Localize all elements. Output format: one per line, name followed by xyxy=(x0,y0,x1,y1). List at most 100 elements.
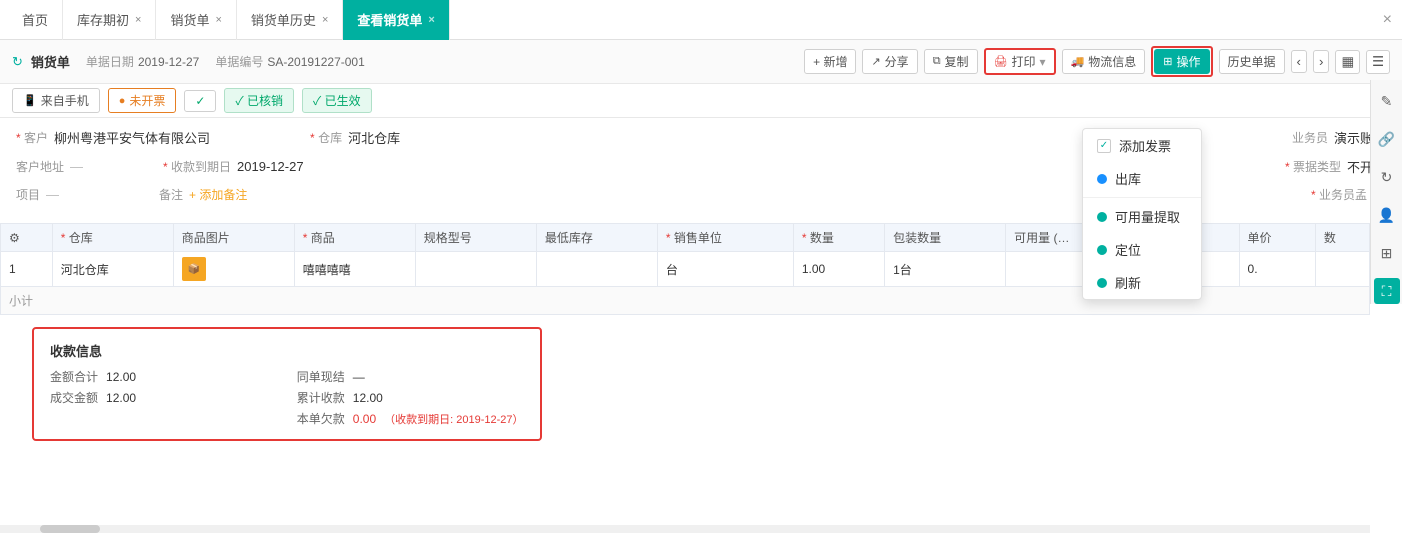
tab-sales-history-close[interactable]: × xyxy=(322,14,328,26)
row-qty: 1.00 xyxy=(793,252,884,287)
side-user-button[interactable]: 👤 xyxy=(1374,202,1400,228)
main-area: ↻ 销货单 单据日期 2019-12-27 单据编号 SA-20191227-0… xyxy=(0,40,1402,533)
tab-inventory[interactable]: 库存期初 × xyxy=(63,0,156,40)
window-close-button[interactable]: × xyxy=(1383,11,1392,29)
doc-type-label: 销货单 xyxy=(31,52,70,71)
add-note-button[interactable]: + 添加备注 xyxy=(189,186,247,203)
same-settle-label: 同单现结 xyxy=(297,368,345,385)
logistics-button[interactable]: 🚚 物流信息 xyxy=(1062,49,1146,74)
summary-item-same-settle: 同单现结 — xyxy=(297,368,524,385)
deal-label: 成交金额 xyxy=(50,389,98,406)
row-min-stock xyxy=(536,252,657,287)
tab-view-sales[interactable]: 查看销货单 × xyxy=(343,0,449,40)
date-field: 单据日期 2019-12-27 xyxy=(86,53,199,70)
note-field: 备注 + 添加备注 xyxy=(159,186,247,203)
address-label: 客户地址 xyxy=(16,158,64,175)
date-label: 单据日期 xyxy=(86,53,134,70)
summary-item-owed: 本单欠款 0.00 （收款到期日: 2019-12-27） xyxy=(297,410,524,427)
locate-label: 定位 xyxy=(1115,240,1141,259)
grid-view-button[interactable]: ▦ xyxy=(1335,50,1360,74)
date-value: 2019-12-27 xyxy=(138,55,199,69)
tab-view-sales-close[interactable]: × xyxy=(428,14,434,26)
toolbar-right: + 新增 ↗ 分享 ⧉ 复制 🖨 打印 ▾ 🚚 物流信息 xyxy=(804,46,1390,77)
summary-grid: 金额合计 12.00 同单现结 — 成交金额 12.00 累计收款 12.00 xyxy=(50,368,524,427)
col-pack-qty: 包装数量 xyxy=(885,224,1006,252)
same-settle-value: — xyxy=(353,370,365,384)
dropdown-outbound[interactable]: 出库 xyxy=(1083,162,1201,195)
row-pack-qty: 1台 xyxy=(885,252,1006,287)
warehouse-field: 仓库 河北仓库 xyxy=(310,128,400,147)
settings-icon: ⚙ xyxy=(9,231,20,245)
refresh-label: 刷新 xyxy=(1115,273,1141,292)
received-value: 12.00 xyxy=(353,391,383,405)
list-view-button[interactable]: ☰ xyxy=(1366,50,1390,74)
col-unit: 销售单位 xyxy=(657,224,793,252)
tab-sales[interactable]: 销货单 × xyxy=(156,0,236,40)
project-label: 项目 xyxy=(16,186,40,203)
row-no: 1 xyxy=(1,252,53,287)
share-button[interactable]: ↗ 分享 xyxy=(862,49,917,74)
outbound-label: 出库 xyxy=(1115,169,1141,188)
staff2-label: 业务员孟 xyxy=(1311,186,1367,203)
doc-header: ↻ 销货单 单据日期 2019-12-27 单据编号 SA-20191227-0… xyxy=(0,40,1402,84)
confirm-button[interactable]: ✓ xyxy=(184,90,216,112)
new-button[interactable]: + 新增 xyxy=(804,49,856,74)
operation-button[interactable]: ⊞ 操作 xyxy=(1154,49,1209,74)
row-price: 0. xyxy=(1239,252,1315,287)
history-button[interactable]: 历史单据 xyxy=(1219,49,1285,74)
dropdown-divider-1 xyxy=(1083,197,1201,198)
payment-date-value: 2019-12-27 xyxy=(237,159,304,174)
side-icon-bar: ✎ 🔗 ↻ 👤 ⊞ ⛶ xyxy=(1370,80,1402,304)
effective-badge: ✓ 已生效 xyxy=(302,88,372,113)
copy-button[interactable]: ⧉ 复制 xyxy=(924,49,978,74)
dropdown-add-invoice[interactable]: ✓ 添加发票 xyxy=(1083,129,1201,162)
dropdown-refresh[interactable]: 刷新 xyxy=(1083,266,1201,299)
col-price: 单价 xyxy=(1239,224,1315,252)
number-label: 单据编号 xyxy=(215,53,263,70)
prev-button[interactable]: ‹ xyxy=(1291,50,1307,73)
staff-label: 业务员 xyxy=(1292,129,1328,146)
available-qty-label: 可用量提取 xyxy=(1115,207,1180,226)
side-link-button[interactable]: 🔗 xyxy=(1374,126,1400,152)
note-label: 备注 xyxy=(159,186,183,203)
locate-icon xyxy=(1097,245,1107,255)
scroll-indicator xyxy=(0,525,1370,533)
scroll-thumb[interactable] xyxy=(40,525,100,533)
payment-date-label: 收款到期日 xyxy=(163,158,231,175)
side-refresh-button[interactable]: ↻ xyxy=(1374,164,1400,190)
summary-box: 收款信息 金额合计 12.00 同单现结 — 成交金额 12.00 xyxy=(32,327,542,441)
doc-meta: 单据日期 2019-12-27 单据编号 SA-20191227-001 xyxy=(86,53,365,70)
not-opened-button[interactable]: ● 未开票 xyxy=(108,88,177,113)
tab-inventory-close[interactable]: × xyxy=(135,14,141,26)
tab-bar: 首页 库存期初 × 销货单 × 销货单历史 × 查看销货单 × × xyxy=(0,0,1402,40)
dropdown-locate[interactable]: 定位 xyxy=(1083,233,1201,266)
col-warehouse: 仓库 xyxy=(52,224,173,252)
row-unit: 台 xyxy=(657,252,793,287)
summary-title: 收款信息 xyxy=(50,341,524,360)
print-button[interactable]: 🖨 打印 ▾ xyxy=(984,48,1056,75)
summary-item-total: 金额合计 12.00 xyxy=(50,368,277,385)
row-warehouse: 河北仓库 xyxy=(52,252,173,287)
next-button[interactable]: › xyxy=(1313,50,1329,73)
col-product-img: 商品图片 xyxy=(173,224,294,252)
sold-badge: ✓ 已核销 xyxy=(224,88,294,113)
owed-hint: （收款到期日: 2019-12-27） xyxy=(384,411,523,427)
side-table-button[interactable]: ⊞ xyxy=(1374,240,1400,266)
tab-home[interactable]: 首页 xyxy=(8,0,63,40)
row-product-img: 📦 xyxy=(173,252,294,287)
side-edit-button[interactable]: ✎ xyxy=(1374,88,1400,114)
dropdown-available-qty[interactable]: 可用量提取 xyxy=(1083,200,1201,233)
number-value: SA-20191227-001 xyxy=(267,55,364,69)
tab-sales-history[interactable]: 销货单历史 × xyxy=(237,0,343,40)
received-label: 累计收款 xyxy=(297,389,345,406)
operation-dropdown: ✓ 添加发票 出库 可用量提取 定位 刷新 xyxy=(1082,128,1202,300)
col-product: 商品 xyxy=(294,224,415,252)
add-invoice-label: 添加发票 xyxy=(1119,136,1171,155)
side-expand-button[interactable]: ⛶ xyxy=(1374,278,1400,304)
customer-value: 柳州粤港平安气体有限公司 xyxy=(54,128,210,147)
project-field: 项目 — xyxy=(16,186,59,203)
from-phone-button[interactable]: 📱 来自手机 xyxy=(12,88,100,113)
total-label: 金额合计 xyxy=(50,368,98,385)
tab-sales-close[interactable]: × xyxy=(215,14,221,26)
row-more xyxy=(1315,252,1369,287)
